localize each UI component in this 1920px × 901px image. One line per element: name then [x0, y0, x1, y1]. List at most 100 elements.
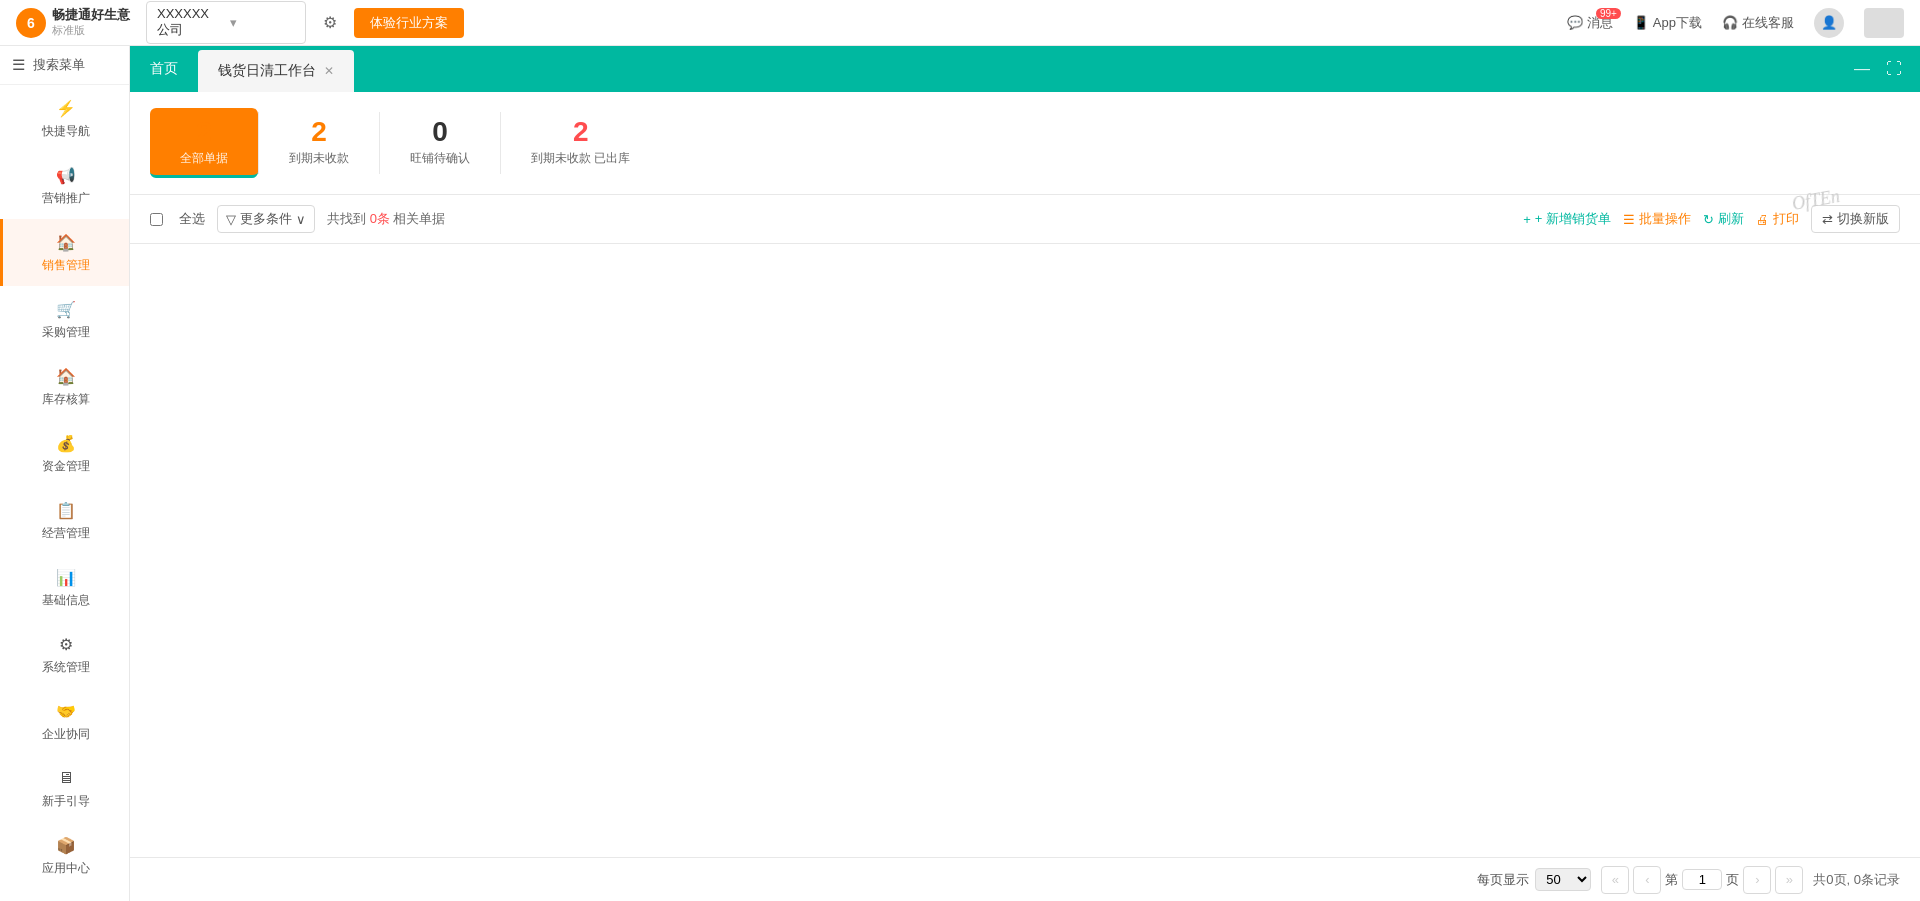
sidebar-item-marketing[interactable]: 📢 营销推广 [0, 152, 129, 219]
stat-card-pending[interactable]: 0 旺铺待确认 [380, 108, 500, 178]
message-button[interactable]: 💬 消息 99+ [1567, 14, 1613, 32]
tab-bar-actions: — ⛶ [1846, 56, 1920, 82]
sidebar-item-base-info[interactable]: 📊 基础信息 [0, 554, 129, 621]
filter-button[interactable]: ▽ 更多条件 ∨ [217, 205, 315, 233]
tab-home-label: 首页 [150, 60, 178, 78]
settings-button[interactable]: ⚙ [314, 7, 346, 39]
base-info-icon: 📊 [55, 566, 77, 588]
finance-label: 资金管理 [42, 458, 90, 475]
app-download-label: App下载 [1653, 14, 1702, 32]
inventory-icon: 🏠 [55, 365, 77, 387]
top-right-area: 💬 消息 99+ 📱 App下载 🎧 在线客服 👤 [1567, 8, 1904, 38]
prev-page-button[interactable]: ‹ [1633, 866, 1661, 894]
page-content: 2 全部单据 2 到期未收款 0 旺铺待确认 2 [130, 92, 1920, 901]
main-layout: ☰ 搜索菜单 ⚡ 快捷导航 📢 营销推广 🏠 销售管理 🛒 采购管理 🏠 库存核… [0, 46, 1920, 901]
switch-icon: ⇄ [1822, 212, 1833, 227]
sales-label: 销售管理 [42, 257, 90, 274]
sidebar-item-quick-nav[interactable]: ⚡ 快捷导航 [0, 85, 129, 152]
message-icon: 💬 [1567, 15, 1583, 30]
select-all-checkbox[interactable] [150, 213, 163, 226]
sidebar-item-finance[interactable]: 💰 资金管理 [0, 420, 129, 487]
tab-workbench[interactable]: 钱货日清工作台 ✕ [198, 50, 354, 92]
tab-workbench-label: 钱货日清工作台 [218, 62, 316, 80]
user-avatar[interactable]: 👤 [1814, 8, 1844, 38]
sidebar-item-guide[interactable]: 🖥 新手引导 [0, 755, 129, 822]
print-button[interactable]: 🖨 打印 [1756, 210, 1799, 228]
next-page-button[interactable]: › [1743, 866, 1771, 894]
add-label: + 新增销货单 [1535, 210, 1611, 228]
search-menu-icon: ☰ [12, 56, 25, 74]
sidebar-item-inventory[interactable]: 🏠 库存核算 [0, 353, 129, 420]
toolbar: 全选 ▽ 更多条件 ∨ 共找到 0条 相关单据 + + 新增销 [130, 195, 1920, 244]
online-service-button[interactable]: 🎧 在线客服 [1722, 14, 1794, 32]
tab-maximize-button[interactable]: ⛶ [1878, 56, 1910, 82]
stat-pending-num: 0 [432, 116, 448, 148]
content-area: 首页 钱货日清工作台 ✕ — ⛶ 2 全部单据 [130, 46, 1920, 901]
guide-label: 新手引导 [42, 793, 90, 810]
stats-cards: 2 全部单据 2 到期未收款 0 旺铺待确认 2 [150, 108, 1900, 178]
stat-overdue-num: 2 [311, 116, 327, 148]
filter-icon: ▽ [226, 212, 236, 227]
service-label: 在线客服 [1742, 14, 1794, 32]
tab-minimize-button[interactable]: — [1846, 56, 1878, 82]
batch-operation-button[interactable]: ☰ 批量操作 [1623, 210, 1691, 228]
sidebar-item-enterprise[interactable]: 🤝 企业协同 [0, 688, 129, 755]
first-page-button[interactable]: « [1601, 866, 1629, 894]
company-name: XXXXXX公司 [157, 6, 222, 39]
add-sales-order-button[interactable]: + + 新增销货单 [1523, 210, 1611, 228]
enterprise-label: 企业协同 [42, 726, 90, 743]
logo-text: 畅捷通好生意 标准版 [52, 7, 130, 38]
refresh-icon: ↻ [1703, 212, 1714, 227]
app-center-label: 应用中心 [42, 860, 90, 877]
result-count: 0条 [370, 211, 390, 226]
tab-close-icon[interactable]: ✕ [324, 64, 334, 78]
message-badge: 99+ [1596, 8, 1621, 19]
logo-area: 6 畅捷通好生意 标准版 [16, 7, 146, 38]
operations-icon: 📋 [55, 499, 77, 521]
stat-card-all[interactable]: 2 全部单据 [150, 108, 258, 178]
stat-all-num: 2 [196, 116, 212, 148]
user-name-area[interactable] [1864, 8, 1904, 38]
base-info-label: 基础信息 [42, 592, 90, 609]
stat-card-overdue-out[interactable]: 2 到期未收款 已出库 [501, 108, 660, 178]
sidebar-item-purchase[interactable]: 🛒 采购管理 [0, 286, 129, 353]
result-text: 共找到 0条 相关单据 [327, 210, 445, 228]
purchase-icon: 🛒 [55, 298, 77, 320]
stat-overdue-out-num: 2 [573, 116, 589, 148]
result-prefix: 共找到 [327, 211, 366, 226]
page-number-input[interactable] [1682, 869, 1722, 890]
last-page-button[interactable]: » [1775, 866, 1803, 894]
page-size-selector[interactable]: 每页显示 50 100 200 [1477, 868, 1591, 891]
tab-bar: 首页 钱货日清工作台 ✕ — ⛶ [130, 46, 1920, 92]
purchase-label: 采购管理 [42, 324, 90, 341]
filter-chevron-icon: ∨ [296, 212, 306, 227]
app-download-button[interactable]: 📱 App下载 [1633, 14, 1702, 32]
trial-button[interactable]: 体验行业方案 [354, 8, 464, 38]
tab-home[interactable]: 首页 [130, 46, 198, 92]
batch-icon: ☰ [1623, 212, 1635, 227]
company-selector[interactable]: XXXXXX公司 ▾ [146, 1, 306, 44]
stat-card-overdue[interactable]: 2 到期未收款 [259, 108, 379, 178]
switch-version-button[interactable]: ⇄ 切换新版 [1811, 205, 1900, 233]
sidebar-item-sales[interactable]: 🏠 销售管理 [0, 219, 129, 286]
app-icon: 📱 [1633, 15, 1649, 30]
sidebar-item-app-center[interactable]: 📦 应用中心 [0, 822, 129, 889]
page-suffix-label: 页 [1726, 871, 1739, 889]
batch-label: 批量操作 [1639, 210, 1691, 228]
marketing-label: 营销推广 [42, 190, 90, 207]
sidebar-item-wechat[interactable]: 💬 企业微信 [0, 889, 129, 901]
logo-icon: 6 [16, 8, 46, 38]
sidebar-item-sys-mgmt[interactable]: ⚙ 系统管理 [0, 621, 129, 688]
result-suffix: 相关单据 [393, 211, 445, 226]
finance-icon: 💰 [55, 432, 77, 454]
per-page-select[interactable]: 50 100 200 [1535, 868, 1591, 891]
select-all-label: 全选 [179, 210, 205, 228]
refresh-button[interactable]: ↻ 刷新 [1703, 210, 1744, 228]
search-menu-button[interactable]: ☰ 搜索菜单 [0, 46, 129, 85]
sidebar: ☰ 搜索菜单 ⚡ 快捷导航 📢 营销推广 🏠 销售管理 🛒 采购管理 🏠 库存核… [0, 46, 130, 901]
sidebar-item-operations[interactable]: 📋 经营管理 [0, 487, 129, 554]
marketing-icon: 📢 [55, 164, 77, 186]
gear-icon: ⚙ [323, 13, 337, 32]
service-icon: 🎧 [1722, 15, 1738, 30]
print-icon: 🖨 [1756, 212, 1769, 227]
